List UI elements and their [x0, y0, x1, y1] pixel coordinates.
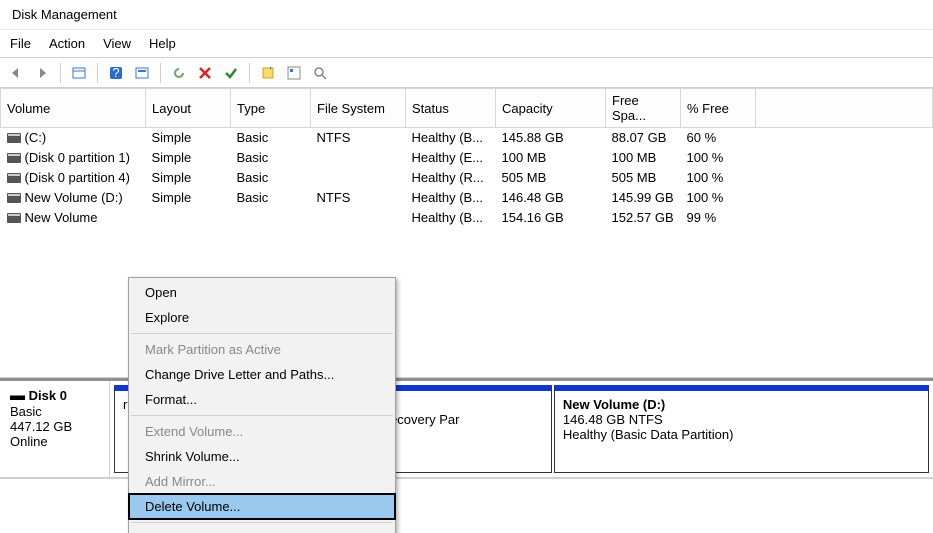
partition-box[interactable]: New Volume (D:) 146.48 GB NTFS Healthy (… — [554, 385, 929, 473]
context-menu: Open Explore Mark Partition as Active Ch… — [128, 277, 396, 533]
disk-type: Basic — [10, 404, 99, 419]
col-freespace[interactable]: Free Spa... — [606, 89, 681, 128]
disk-name: Disk 0 — [29, 388, 67, 403]
col-spacer — [756, 89, 933, 128]
partition-size: 146.48 GB NTFS — [563, 412, 920, 427]
menu-file[interactable]: File — [10, 36, 31, 51]
table-row[interactable]: (C:)SimpleBasicNTFSHealthy (B...145.88 G… — [1, 128, 933, 148]
menu-action[interactable]: Action — [49, 36, 85, 51]
table-row[interactable]: (Disk 0 partition 4)SimpleBasicHealthy (… — [1, 168, 933, 188]
toolbar: ? — [0, 58, 933, 88]
disk-header[interactable]: ▬ Disk 0 Basic 447.12 GB Online — [0, 381, 110, 477]
window-title: Disk Management — [12, 7, 117, 22]
col-layout[interactable]: Layout — [146, 89, 231, 128]
show-hide-icon[interactable] — [69, 63, 89, 83]
menu-help[interactable]: Help — [149, 36, 176, 51]
col-type[interactable]: Type — [231, 89, 311, 128]
disk-size: 447.12 GB — [10, 419, 99, 434]
ctx-properties[interactable]: Properties — [129, 526, 395, 533]
menu-view[interactable]: View — [103, 36, 131, 51]
col-status[interactable]: Status — [406, 89, 496, 128]
help-icon[interactable]: ? — [106, 63, 126, 83]
settings-icon[interactable] — [132, 63, 152, 83]
ctx-format[interactable]: Format... — [129, 387, 395, 412]
partition-name: New Volume (D:) — [563, 397, 920, 412]
volume-icon — [7, 213, 21, 223]
col-volume[interactable]: Volume — [1, 89, 146, 128]
ctx-change-letter[interactable]: Change Drive Letter and Paths... — [129, 362, 395, 387]
svg-text:?: ? — [112, 65, 119, 80]
ctx-extend: Extend Volume... — [129, 419, 395, 444]
volume-icon — [7, 173, 21, 183]
refresh-icon[interactable] — [169, 63, 189, 83]
back-icon[interactable] — [6, 63, 26, 83]
table-row[interactable]: New VolumeHealthy (B...154.16 GB152.57 G… — [1, 208, 933, 228]
volume-icon — [7, 153, 21, 163]
volume-icon — [7, 133, 21, 143]
volume-list: Volume Layout Type File System Status Ca… — [0, 88, 933, 378]
forward-icon[interactable] — [32, 63, 52, 83]
search-icon[interactable] — [310, 63, 330, 83]
partition-status: Healthy (Basic Data Partition) — [563, 427, 920, 442]
ctx-explore[interactable]: Explore — [129, 305, 395, 330]
col-pctfree[interactable]: % Free — [681, 89, 756, 128]
table-row[interactable]: New Volume (D:)SimpleBasicNTFSHealthy (B… — [1, 188, 933, 208]
menu-bar: File Action View Help — [0, 30, 933, 58]
ctx-open[interactable]: Open — [129, 280, 395, 305]
column-header-row: Volume Layout Type File System Status Ca… — [1, 89, 933, 128]
apply-icon[interactable] — [221, 63, 241, 83]
volume-icon — [7, 193, 21, 203]
disk-state: Online — [10, 434, 99, 449]
new-icon[interactable] — [258, 63, 278, 83]
delete-icon[interactable] — [195, 63, 215, 83]
ctx-delete-volume[interactable]: Delete Volume... — [129, 494, 395, 519]
properties-icon[interactable] — [284, 63, 304, 83]
table-row[interactable]: (Disk 0 partition 1)SimpleBasicHealthy (… — [1, 148, 933, 168]
disk-icon: ▬ — [10, 387, 25, 404]
title-bar: Disk Management — [0, 0, 933, 30]
ctx-mark-active: Mark Partition as Active — [129, 337, 395, 362]
ctx-shrink[interactable]: Shrink Volume... — [129, 444, 395, 469]
ctx-add-mirror: Add Mirror... — [129, 469, 395, 494]
col-capacity[interactable]: Capacity — [496, 89, 606, 128]
col-filesystem[interactable]: File System — [311, 89, 406, 128]
